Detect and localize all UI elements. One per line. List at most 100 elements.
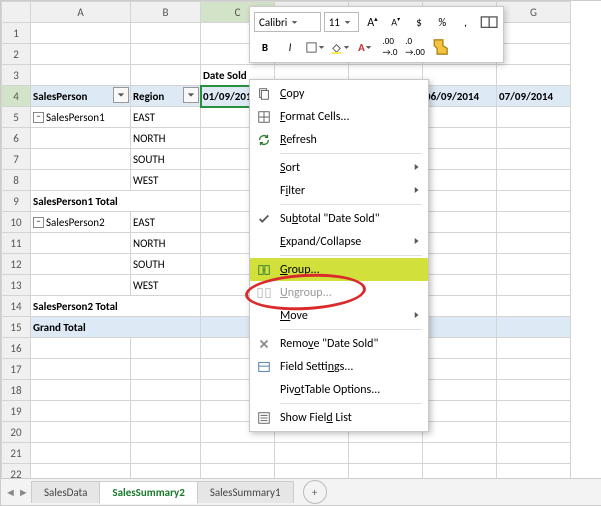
sheet-tabs: ◄► SalesData SalesSummary2 SalesSummary1… [1,478,601,505]
menu-separator [280,153,422,154]
comma-format-icon[interactable]: , [455,11,475,33]
menu-item-label: Subtotal "Date Sold" [280,212,380,226]
remove-icon [256,336,272,352]
tab-nav-arrows[interactable]: ◄► [5,486,29,499]
row-header[interactable]: 17 [2,359,31,380]
increase-decimal-icon[interactable]: .0→.00 [404,36,426,58]
menu-separator [280,204,422,205]
col-date[interactable]: 06/09/2014 [423,86,497,107]
fieldlist-icon [256,410,272,426]
menu-item-label: Expand/Collapse [280,235,361,249]
menu-item-filter[interactable]: Filter [250,179,428,202]
menu-item-label: PivotTable Options... [280,383,380,397]
row-header[interactable]: 8 [2,170,31,191]
menu-item-label: Refresh [280,133,317,147]
menu-item-label: Remove "Date Sold" [280,337,378,351]
menu-item-label: Copy [280,87,304,101]
row-header[interactable]: 16 [2,338,31,359]
row-header[interactable]: 10 [2,212,31,233]
menu-separator [280,329,422,330]
decrease-decimal-icon[interactable]: .00→.0 [379,36,401,58]
collapse-icon[interactable]: − [33,217,44,228]
menu-item-refresh[interactable]: Refresh [250,128,428,151]
row-header[interactable]: 18 [2,380,31,401]
menu-item-label: Show Field List [280,411,352,425]
italic-button[interactable]: I [279,36,301,58]
grow-font-icon[interactable]: A▴ [362,11,382,33]
col-header-G[interactable]: G [497,2,571,23]
menu-item-label: Filter [280,184,305,198]
chevron-down-icon [291,16,298,29]
row-header[interactable]: 1 [2,23,31,44]
subtotal-row[interactable]: SalesPerson1 Total [31,191,201,212]
chevron-down-icon [344,16,351,29]
pivot-field-salesperson[interactable]: SalesPerson [31,86,131,107]
formatcells-icon [256,109,272,125]
tab-salesdata[interactable]: SalesData [31,481,100,503]
filter-dropdown-icon[interactable] [113,87,129,103]
percent-format-icon[interactable]: % [432,11,452,33]
menu-item-move[interactable]: Move [250,304,428,327]
pivot-row[interactable]: −SalesPerson1 [31,107,131,128]
menu-separator [280,255,422,256]
submenu-arrow-icon [414,309,420,323]
font-name-combo[interactable]: Calibri [254,12,321,32]
menu-item-format-cells[interactable]: Format Cells... [250,105,428,128]
submenu-arrow-icon [414,184,420,198]
menu-item-subtotal-date-sold[interactable]: Subtotal "Date Sold" [250,207,428,230]
grand-total-row[interactable]: Grand Total [31,317,201,338]
menu-item-pivottable-options[interactable]: PivotTable Options... [250,378,428,401]
menu-item-label: Format Cells... [280,110,349,124]
font-size-combo[interactable]: 11 [324,12,360,32]
menu-item-label: Group... [280,263,320,277]
menu-item-ungroup: Ungroup... [250,281,428,304]
row-header[interactable]: 11 [2,233,31,254]
submenu-arrow-icon [414,235,420,249]
pivot-field-region[interactable]: Region [131,86,201,107]
menu-item-group[interactable]: Group... [250,258,428,281]
shrink-font-icon[interactable]: A▾ [386,11,406,33]
row-header[interactable]: 12 [2,254,31,275]
row-header[interactable]: 14 [2,296,31,317]
menu-item-label: Ungroup... [280,286,332,300]
row-header[interactable]: 13 [2,275,31,296]
filter-dropdown-icon[interactable] [183,87,199,103]
col-date[interactable]: 07/09/2014 [497,86,571,107]
row-header[interactable]: 7 [2,149,31,170]
collapse-icon[interactable]: − [33,112,44,123]
format-painter-icon[interactable] [429,36,451,58]
col-header-A[interactable]: A [31,2,131,23]
new-sheet-button[interactable]: + [303,480,327,504]
bold-button[interactable]: B [254,36,276,58]
menu-item-label: Field Settings... [280,360,353,374]
menu-item-field-settings[interactable]: Field Settings... [250,355,428,378]
menu-item-expand-collapse[interactable]: Expand/Collapse [250,230,428,253]
select-all-corner[interactable] [2,2,31,23]
tab-salessummary1[interactable]: SalesSummary1 [197,481,294,503]
row-header[interactable]: 6 [2,128,31,149]
row-header[interactable]: 4 [2,86,31,107]
group-icon [256,262,272,278]
row-header[interactable]: 2 [2,44,31,65]
menu-item-remove-date-sold[interactable]: Remove "Date Sold" [250,332,428,355]
mini-toolbar: Calibri 11 A▴ A▾ $ % , B I A .00→.0 .0→.… [249,6,504,63]
row-header[interactable]: 5 [2,107,31,128]
row-header[interactable]: 20 [2,422,31,443]
menu-item-copy[interactable]: Copy [250,82,428,105]
merge-icon[interactable] [479,11,499,33]
row-header[interactable]: 9 [2,191,31,212]
menu-item-sort[interactable]: Sort [250,156,428,179]
accounting-format-icon[interactable]: $ [409,11,429,33]
font-color-icon[interactable]: A [354,36,376,58]
borders-icon[interactable] [304,36,326,58]
tab-salessummary2[interactable]: SalesSummary2 [99,481,197,504]
subtotal-row[interactable]: SalesPerson2 Total [31,296,201,317]
row-header[interactable]: 19 [2,401,31,422]
row-header[interactable]: 21 [2,443,31,464]
row-header[interactable]: 3 [2,65,31,86]
fill-color-icon[interactable] [329,36,351,58]
col-header-B[interactable]: B [131,2,201,23]
menu-item-show-field-list[interactable]: Show Field List [250,406,428,429]
pivot-row[interactable]: −SalesPerson2 [31,212,131,233]
row-header[interactable]: 15 [2,317,31,338]
